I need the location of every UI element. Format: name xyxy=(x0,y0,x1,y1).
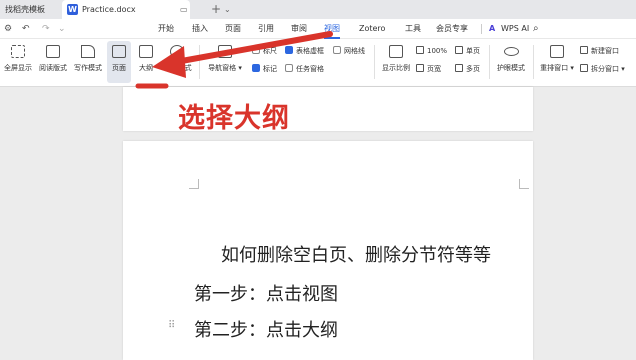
annotation-label: 选择大纲 xyxy=(178,103,290,134)
document-line[interactable]: 第二步：点击大纲 xyxy=(194,316,338,342)
drag-handle-icon[interactable]: ⠿ xyxy=(168,320,175,331)
document-heading[interactable]: 如何删除空白页、删除分节符等等 xyxy=(221,241,491,267)
document-line[interactable]: 第一步：点击视图 xyxy=(194,280,338,306)
annotation-arrow xyxy=(135,31,333,89)
